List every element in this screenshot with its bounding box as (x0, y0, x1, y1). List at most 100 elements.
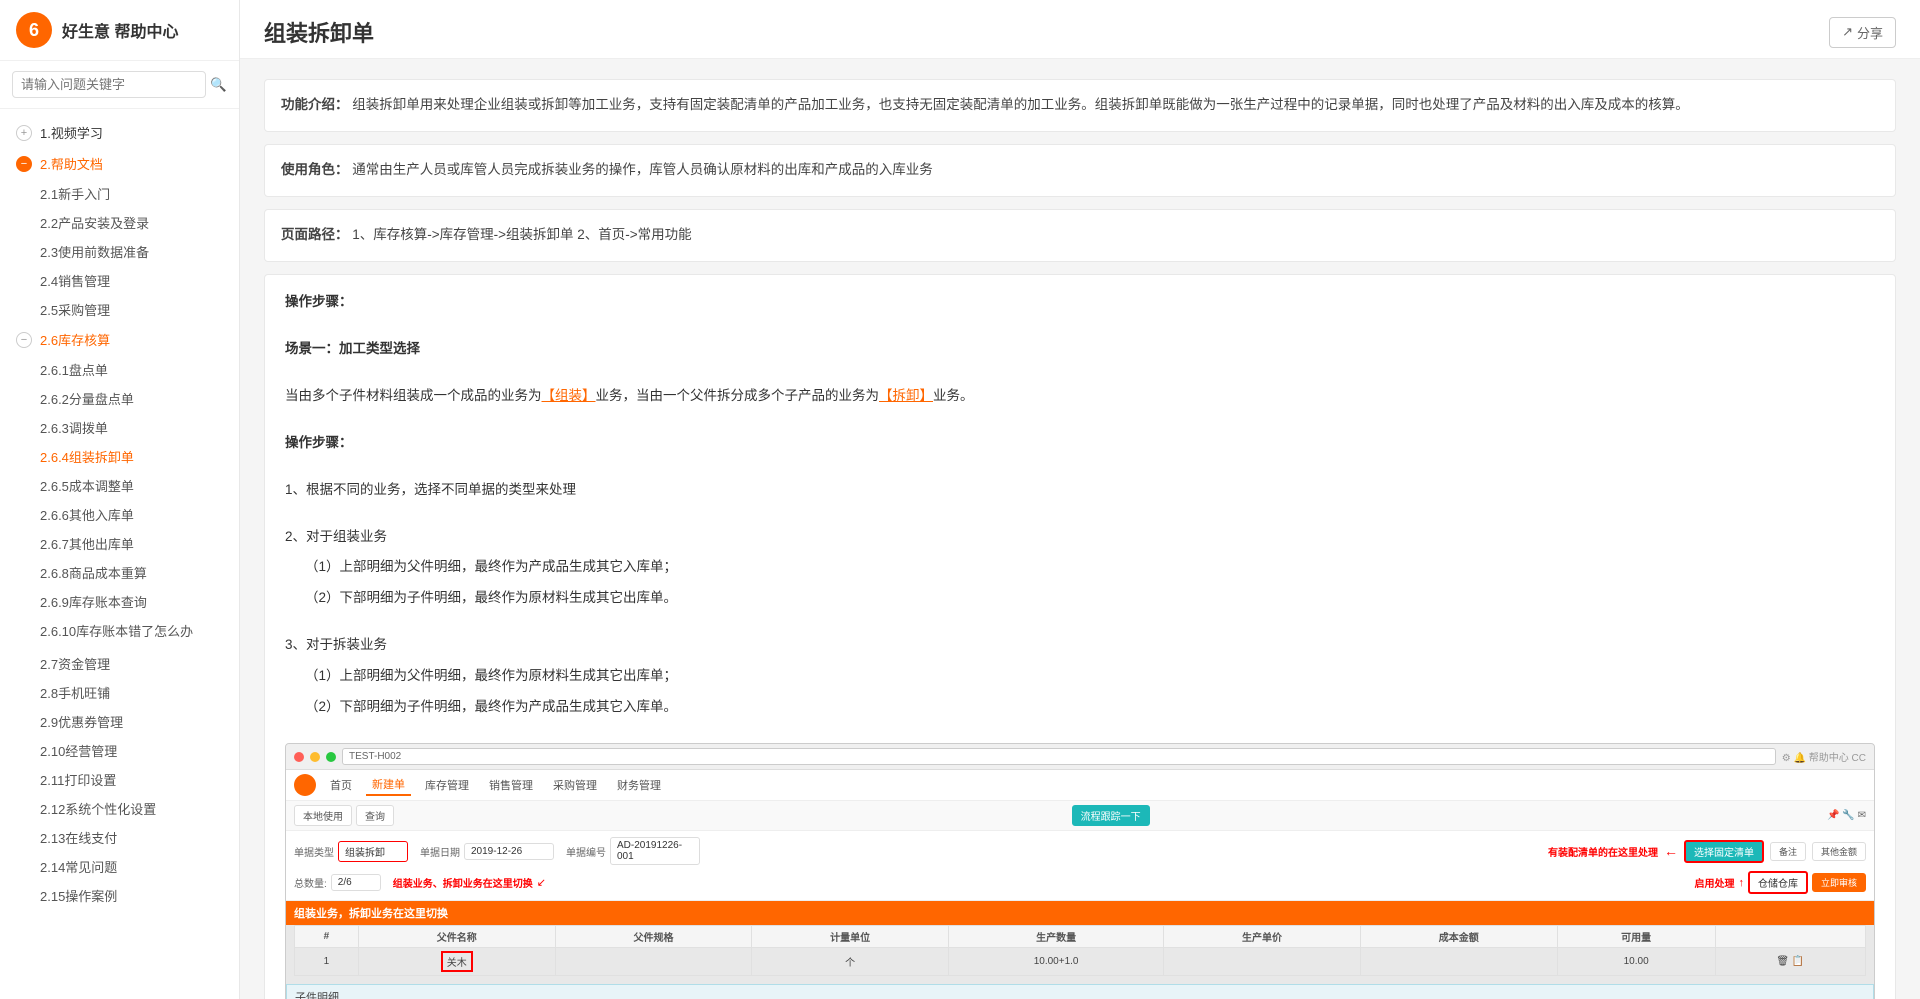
feature-intro-label: 功能介绍： (281, 97, 349, 112)
col-unit-price: 生产单价 (1164, 926, 1361, 948)
search-button[interactable]: 🔍 (210, 77, 227, 93)
annotation2-area: 组装业务、拆卸业务在这里切换 ↙ (393, 875, 546, 890)
sidebar-item-payment[interactable]: 2.13在线支付 (0, 823, 239, 852)
child-items-section: 子件明细 无固定清单可以直接在这里录入 ↑ (286, 984, 1874, 999)
col-available: 可用量 (1557, 926, 1715, 948)
annotation3-arrow: ↑ (1738, 877, 1744, 889)
sidebar-item-transfer[interactable]: 2.6.3调拨单 (0, 413, 239, 442)
sidebar-item-cases[interactable]: 2.15操作案例 (0, 881, 239, 910)
sidebar-item-inventoryfix[interactable]: 2.6.10库存账本错了怎么办 (0, 616, 239, 645)
ops-steps-title2: 操作步骤： (285, 432, 1875, 455)
role-block: 使用角色： 通常由生产人员或库管人员完成拆装业务的操作，库管人员确认原材料的出库… (264, 144, 1896, 197)
confirm-orange-btn: 立即审核 (1812, 873, 1866, 892)
share-button[interactable]: ↗ 分享 (1829, 17, 1896, 48)
screenshot-block: TEST-H002 ⚙ 🔔 帮助中心 CC 首页 新建单 库存管理 销售管理 采… (285, 743, 1875, 999)
url-bar: TEST-H002 (342, 748, 1776, 765)
sidebar: 6 好生意 帮助中心 🔍 + 1.视频学习 − 2.帮助文档 2.1新手入门 2… (0, 0, 240, 999)
nav-icons: ⚙ 🔔 帮助中心 CC (1782, 749, 1866, 764)
parent-table-area: # 父件名称 父件规格 计量单位 生产数量 生产单价 成本金额 可用量 (286, 925, 1874, 984)
child-section-label: 子件明细 (295, 992, 339, 999)
share-icon: ↗ (1842, 24, 1853, 40)
col-unit: 计量单位 (752, 926, 949, 948)
sidebar-item-mobile[interactable]: 2.8手机旺铺 (0, 678, 239, 707)
nav-new: 新建单 (366, 774, 411, 796)
scene1-desc: 当由多个子件材料组装成一个成品的业务为【组装】业务，当由一个父件拆分成多个子产品… (285, 385, 1875, 408)
screenshot-topbar: TEST-H002 ⚙ 🔔 帮助中心 CC (286, 744, 1874, 770)
sidebar-item-inventory[interactable]: − 2.6库存核算 (0, 324, 239, 355)
annotation1-text: 有装配清单的在这里处理 (1548, 844, 1658, 859)
path-text: 1、库存核算->库存管理->组装拆卸单 2、首页->常用功能 (352, 227, 691, 242)
main-header: 组装拆卸单 ↗ 分享 (240, 0, 1920, 59)
sidebar-item-finance[interactable]: 2.7资金管理 (0, 649, 239, 678)
col-parent-spec: 父件规格 (555, 926, 752, 948)
app-navbar: 首页 新建单 库存管理 销售管理 采购管理 财务管理 (286, 770, 1874, 801)
local-use-btn: 本地使用 (294, 805, 352, 826)
content-area: 功能介绍： 组装拆卸单用来处理企业组装或拆卸等加工业务，支持有固定装配清单的产品… (240, 59, 1920, 999)
nav-home: 首页 (324, 775, 358, 795)
maximize-btn-icon (326, 752, 336, 762)
step2: 2、对于组装业务 (285, 526, 1875, 549)
table-row: 1 关木 个 10.00+1.0 10.00 🗑 📋 (295, 948, 1866, 976)
sidebar-item-newbie[interactable]: 2.1新手入门 (0, 179, 239, 208)
sidebar-item-install[interactable]: 2.2产品安装及登录 (0, 208, 239, 237)
col-cost: 成本金额 (1360, 926, 1557, 948)
sidebar-item-video[interactable]: + 1.视频学习 (0, 117, 239, 148)
sidebar-item-coupon[interactable]: 2.9优惠券管理 (0, 707, 239, 736)
sidebar-item-costadj[interactable]: 2.6.5成本调整单 (0, 471, 239, 500)
col-parent-name: 父件名称 (358, 926, 555, 948)
logo-text: 好生意 帮助中心 (62, 18, 178, 42)
expand-icon: − (16, 156, 32, 172)
sidebar-item-otheroutbound[interactable]: 2.6.7其他出库单 (0, 529, 239, 558)
doc-date-field: 单据日期 2019-12-26 (420, 843, 554, 860)
app-toolbar: 本地使用 查询 流程跟踪一下 📌 🔧 ✉ (286, 801, 1874, 831)
sidebar-item-partialstocktake[interactable]: 2.6.2分量盘点单 (0, 384, 239, 413)
search-input[interactable] (12, 71, 206, 98)
share-label: 分享 (1857, 23, 1883, 42)
annotation3-area: 启用处理 ↑ 仓储仓库 立即审核 (1694, 871, 1866, 894)
col-prod-qty: 生产数量 (949, 926, 1164, 948)
sidebar-item-print[interactable]: 2.11打印设置 (0, 765, 239, 794)
ops-title: 操作步骤： (285, 291, 1875, 314)
sidebar-item-assembly[interactable]: 2.6.4组装拆卸单 (0, 442, 239, 471)
sidebar-item-mgmt[interactable]: 2.10经营管理 (0, 736, 239, 765)
qty-label-field: 总数量: 2/6 (294, 874, 381, 891)
path-block: 页面路径： 1、库存核算->库存管理->组装拆卸单 2、首页->常用功能 (264, 209, 1896, 262)
step3: 3、对于拆装业务 (285, 634, 1875, 657)
doc-date-input: 2019-12-26 (464, 843, 554, 860)
sidebar-item-faq[interactable]: 2.14常见问题 (0, 852, 239, 881)
doc-no-input: AD-20191226-001 (610, 837, 700, 865)
sidebar-item-inventorybook[interactable]: 2.6.9库存账本查询 (0, 587, 239, 616)
annotation2-arrow: ↙ (537, 876, 546, 889)
search-box: 🔍 (0, 61, 239, 109)
sidebar-subitems-docs: 2.1新手入门 2.2产品安装及登录 2.3使用前数据准备 2.4销售管理 2.… (0, 179, 239, 914)
sidebar-item-sales[interactable]: 2.4销售管理 (0, 266, 239, 295)
sidebar-item-dataprep[interactable]: 2.3使用前数据准备 (0, 237, 239, 266)
disassembly-link[interactable]: 【拆卸】 (879, 388, 933, 403)
sidebar-section-label: 2.帮助文档 (40, 154, 103, 173)
logo-icon: 6 (16, 12, 52, 48)
minimize-btn-icon (310, 752, 320, 762)
page-title: 组装拆卸单 (264, 16, 374, 48)
sidebar-subitems-inventory: 2.6.1盘点单 2.6.2分量盘点单 2.6.3调拨单 2.6.4组装拆卸单 … (0, 355, 239, 649)
warehouse-input: 仓储仓库 (1748, 871, 1808, 894)
sidebar-item-purchase[interactable]: 2.5采购管理 (0, 295, 239, 324)
sidebar-item-docs[interactable]: − 2.帮助文档 (0, 148, 239, 179)
process-track-btn: 流程跟踪一下 (1072, 805, 1150, 826)
nav-finance: 财务管理 (611, 775, 667, 795)
col-num: # (295, 926, 359, 948)
nav-purchase: 采购管理 (547, 775, 603, 795)
query-btn: 查询 (356, 805, 394, 826)
sidebar-item-stocktake[interactable]: 2.6.1盘点单 (0, 355, 239, 384)
sidebar-item-system[interactable]: 2.12系统个性化设置 (0, 794, 239, 823)
annotation1-area: 有装配清单的在这里处理 ← 选择固定清单 备注 其他金额 (1548, 840, 1866, 863)
sidebar-item-costreset[interactable]: 2.6.8商品成本重算 (0, 558, 239, 587)
col-actions (1715, 926, 1865, 948)
feature-intro-block: 功能介绍： 组装拆卸单用来处理企业组装或拆卸等加工业务，支持有固定装配清单的产品… (264, 79, 1896, 132)
sidebar-item-otherinbound[interactable]: 2.6.6其他入库单 (0, 500, 239, 529)
nav-sales: 销售管理 (483, 775, 539, 795)
annotation2-text: 组装业务、拆卸业务在这里切换 (393, 875, 533, 890)
step3-1: （1）上部明细为父件明细，最终作为原材料生成其它出库单； (285, 665, 1875, 688)
app-logo (294, 774, 316, 796)
steps-block: 操作步骤： 场景一：加工类型选择 当由多个子件材料组装成一个成品的业务为【组装】… (264, 274, 1896, 999)
assembly-link[interactable]: 【组装】 (542, 388, 596, 403)
